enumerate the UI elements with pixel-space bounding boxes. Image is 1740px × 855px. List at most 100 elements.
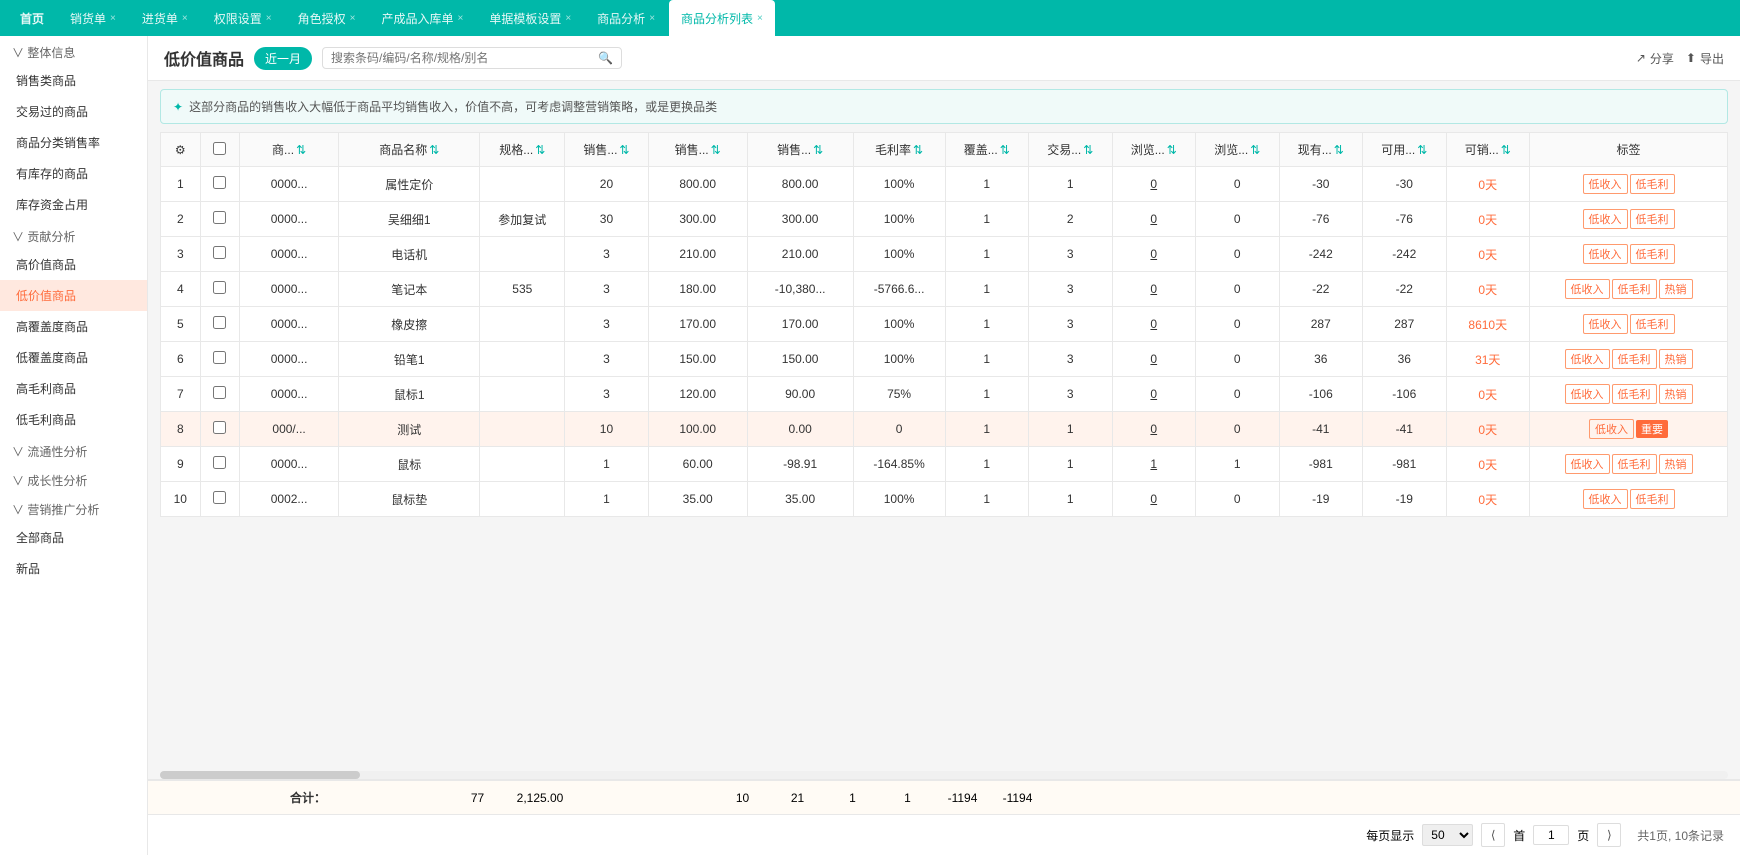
row-checkbox[interactable] xyxy=(200,412,240,447)
col-code-header[interactable]: 商...⇅ xyxy=(240,133,339,167)
sidebar-item-high-value[interactable]: 高价值商品 xyxy=(0,249,147,280)
close-icon[interactable]: × xyxy=(182,13,188,24)
col-coverage-header[interactable]: 覆盖...⇅ xyxy=(945,133,1029,167)
row-checkbox[interactable] xyxy=(200,342,240,377)
nav-product-analysis[interactable]: 商品分析 × xyxy=(585,0,667,36)
sidebar-item-high-coverage[interactable]: 高覆盖度商品 xyxy=(0,311,147,342)
col-stock-header[interactable]: 现有...⇅ xyxy=(1279,133,1363,167)
row-select-checkbox[interactable] xyxy=(213,456,226,469)
close-icon[interactable]: × xyxy=(266,13,272,24)
col-saleable-header[interactable]: 可销...⇅ xyxy=(1446,133,1530,167)
sidebar-item-low-margin[interactable]: 低毛利商品 xyxy=(0,404,147,435)
close-icon[interactable]: × xyxy=(757,13,763,24)
col-margin-header[interactable]: 毛利率⇅ xyxy=(853,133,945,167)
view-link[interactable]: 0 xyxy=(1150,492,1157,506)
sidebar-item-capital[interactable]: 库存资金占用 xyxy=(0,189,147,220)
sidebar-item-new-products[interactable]: 新品 xyxy=(0,553,147,584)
nav-analysis-list[interactable]: 商品分析列表 × xyxy=(669,0,775,36)
row-view1[interactable]: 0 xyxy=(1112,307,1196,342)
row-view1[interactable]: 0 xyxy=(1112,237,1196,272)
view-link[interactable]: 0 xyxy=(1150,177,1157,191)
sidebar-item-low-value[interactable]: 低价值商品 xyxy=(0,280,147,311)
col-checkbox[interactable] xyxy=(200,133,240,167)
close-icon[interactable]: × xyxy=(457,13,463,24)
row-view1[interactable]: 0 xyxy=(1112,272,1196,307)
view-link[interactable]: 0 xyxy=(1150,422,1157,436)
row-checkbox[interactable] xyxy=(200,167,240,202)
row-select-checkbox[interactable] xyxy=(213,176,226,189)
row-checkbox[interactable] xyxy=(200,307,240,342)
export-button[interactable]: ⬆ 导出 xyxy=(1686,50,1724,67)
row-view1[interactable]: 0 xyxy=(1112,412,1196,447)
sidebar-group-growth[interactable]: ∨ 成长性分析 xyxy=(0,464,147,493)
sidebar-item-all-products[interactable]: 全部商品 xyxy=(0,522,147,553)
row-select-checkbox[interactable] xyxy=(213,491,226,504)
horizontal-scrollbar[interactable] xyxy=(160,771,1728,779)
close-icon[interactable]: × xyxy=(565,13,571,24)
row-select-checkbox[interactable] xyxy=(213,281,226,294)
sidebar-item-high-margin[interactable]: 高毛利商品 xyxy=(0,373,147,404)
row-select-checkbox[interactable] xyxy=(213,386,226,399)
row-checkbox[interactable] xyxy=(200,202,240,237)
filter-recent-month[interactable]: 近一月 xyxy=(254,47,312,70)
nav-template[interactable]: 单据模板设置 × xyxy=(477,0,583,36)
nav-permission[interactable]: 权限设置 × xyxy=(202,0,284,36)
close-icon[interactable]: × xyxy=(350,13,356,24)
row-checkbox[interactable] xyxy=(200,377,240,412)
page-number-input[interactable] xyxy=(1533,825,1569,845)
search-icon[interactable]: 🔍 xyxy=(598,51,613,65)
sidebar-item-low-coverage[interactable]: 低覆盖度商品 xyxy=(0,342,147,373)
row-view1[interactable]: 0 xyxy=(1112,202,1196,237)
view-link[interactable]: 1 xyxy=(1150,457,1157,471)
close-icon[interactable]: × xyxy=(110,13,116,24)
first-page-btn[interactable]: ⟨ xyxy=(1481,823,1505,847)
view-link[interactable]: 0 xyxy=(1150,352,1157,366)
close-icon[interactable]: × xyxy=(649,13,655,24)
col-spec-header[interactable]: 规格...⇅ xyxy=(480,133,565,167)
col-settings[interactable]: ⚙ xyxy=(161,133,201,167)
nav-home[interactable]: 首页 xyxy=(8,0,56,36)
col-available-header[interactable]: 可用...⇅ xyxy=(1363,133,1447,167)
row-view1[interactable]: 1 xyxy=(1112,447,1196,482)
nav-purchase-order[interactable]: 进货单 × xyxy=(130,0,200,36)
col-view2-header[interactable]: 浏览...⇅ xyxy=(1196,133,1280,167)
sidebar-group-circulation[interactable]: ∨ 流通性分析 xyxy=(0,435,147,464)
row-view1[interactable]: 0 xyxy=(1112,167,1196,202)
col-sales3-header[interactable]: 销售...⇅ xyxy=(747,133,853,167)
col-tags-header[interactable]: 标签 xyxy=(1530,133,1728,167)
per-page-select[interactable]: 50 100 200 xyxy=(1422,824,1473,846)
row-select-checkbox[interactable] xyxy=(213,246,226,259)
select-all-checkbox[interactable] xyxy=(213,142,226,155)
row-checkbox[interactable] xyxy=(200,272,240,307)
sidebar-item-traded[interactable]: 交易过的商品 xyxy=(0,96,147,127)
view-link[interactable]: 0 xyxy=(1150,247,1157,261)
row-view1[interactable]: 0 xyxy=(1112,377,1196,412)
row-select-checkbox[interactable] xyxy=(213,316,226,329)
row-view1[interactable]: 0 xyxy=(1112,342,1196,377)
row-view1[interactable]: 0 xyxy=(1112,482,1196,517)
row-select-checkbox[interactable] xyxy=(213,211,226,224)
col-view1-header[interactable]: 浏览...⇅ xyxy=(1112,133,1196,167)
view-link[interactable]: 0 xyxy=(1150,387,1157,401)
view-link[interactable]: 0 xyxy=(1150,282,1157,296)
search-input[interactable] xyxy=(331,51,598,65)
sidebar-item-category-rate[interactable]: 商品分类销售率 xyxy=(0,127,147,158)
sidebar-item-stock-products[interactable]: 有库存的商品 xyxy=(0,158,147,189)
scrollbar-thumb[interactable] xyxy=(160,771,360,779)
share-button[interactable]: ↗ 分享 xyxy=(1636,50,1674,67)
nav-role-auth[interactable]: 角色授权 × xyxy=(286,0,368,36)
sidebar-item-sales-products[interactable]: 销售类商品 xyxy=(0,65,147,96)
row-select-checkbox[interactable] xyxy=(213,351,226,364)
nav-product-in[interactable]: 产成品入库单 × xyxy=(369,0,475,36)
view-link[interactable]: 0 xyxy=(1150,212,1157,226)
next-page-btn[interactable]: ⟩ xyxy=(1597,823,1621,847)
col-trade-header[interactable]: 交易...⇅ xyxy=(1029,133,1113,167)
row-select-checkbox[interactable] xyxy=(213,421,226,434)
row-checkbox[interactable] xyxy=(200,237,240,272)
row-checkbox[interactable] xyxy=(200,482,240,517)
row-checkbox[interactable] xyxy=(200,447,240,482)
col-sales2-header[interactable]: 销售...⇅ xyxy=(648,133,747,167)
col-name-header[interactable]: 商品名称⇅ xyxy=(339,133,480,167)
nav-sales-order[interactable]: 销货单 × xyxy=(58,0,128,36)
col-sales1-header[interactable]: 销售...⇅ xyxy=(565,133,649,167)
